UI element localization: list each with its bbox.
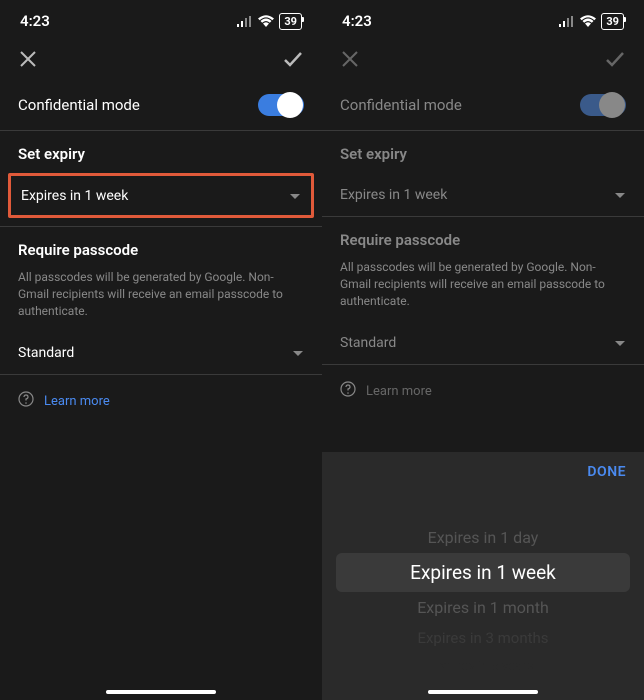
expiry-highlight: Expires in 1 week (8, 173, 314, 218)
status-time: 4:23 (342, 12, 372, 30)
status-bar: 4:23 39 (322, 0, 644, 38)
help-icon (340, 381, 356, 401)
signal-icon (237, 16, 253, 27)
expiry-dropdown[interactable]: Expires in 1 week (11, 176, 311, 215)
status-indicators: 39 (237, 13, 302, 30)
wifi-icon (580, 15, 596, 27)
close-icon[interactable] (340, 49, 360, 69)
learn-more-label: Learn more (366, 384, 432, 399)
passcode-title: Require passcode (322, 217, 644, 259)
signal-icon (559, 16, 575, 27)
caret-down-icon (292, 343, 304, 362)
passcode-value: Standard (340, 335, 396, 351)
expiry-value: Expires in 1 week (21, 188, 128, 204)
picker-overlay: DONE Expires in 1 day Expires in 1 week … (322, 452, 644, 700)
help-icon (18, 391, 34, 411)
status-time: 4:23 (20, 12, 50, 30)
caret-down-icon (289, 186, 301, 205)
home-indicator[interactable] (106, 690, 216, 694)
confidential-label: Confidential mode (18, 96, 140, 114)
learn-more-link[interactable]: Learn more (0, 375, 322, 427)
close-icon[interactable] (18, 49, 38, 69)
battery-icon: 39 (601, 13, 624, 30)
done-button[interactable]: DONE (587, 464, 626, 480)
confidential-toggle[interactable] (258, 94, 304, 116)
confidential-mode-row: Confidential mode (0, 84, 322, 130)
expiry-dropdown[interactable]: Expires in 1 week (322, 173, 644, 216)
header (0, 38, 322, 84)
picker-option[interactable]: Expires in 1 month (322, 592, 644, 623)
check-icon[interactable] (604, 48, 626, 70)
screen-left: 4:23 39 Confidential mode Set expiry Exp… (0, 0, 322, 700)
caret-down-icon (614, 185, 626, 204)
screen-right: 4:23 39 Confidential mode Set expiry Exp… (322, 0, 644, 700)
picker-option[interactable]: Expires in 3 months (322, 623, 644, 653)
expiry-title: Set expiry (0, 131, 322, 173)
status-bar: 4:23 39 (0, 0, 322, 38)
passcode-dropdown[interactable]: Standard (322, 321, 644, 364)
learn-more-link[interactable]: Learn more (322, 365, 644, 417)
header (322, 38, 644, 84)
passcode-title: Require passcode (0, 227, 322, 269)
passcode-value: Standard (18, 345, 74, 361)
check-icon[interactable] (282, 48, 304, 70)
expiry-value: Expires in 1 week (340, 187, 447, 203)
status-indicators: 39 (559, 13, 624, 30)
expiry-title: Set expiry (322, 131, 644, 173)
wifi-icon (258, 15, 274, 27)
picker-header: DONE (322, 452, 644, 492)
passcode-desc: All passcodes will be generated by Googl… (0, 269, 322, 331)
confidential-label: Confidential mode (340, 96, 462, 114)
picker-wheel[interactable]: Expires in 1 day Expires in 1 week Expir… (322, 492, 644, 700)
confidential-mode-row: Confidential mode (322, 84, 644, 130)
battery-icon: 39 (279, 13, 302, 30)
passcode-desc: All passcodes will be generated by Googl… (322, 259, 644, 321)
confidential-toggle[interactable] (580, 94, 626, 116)
picker-option[interactable]: Expires in 1 day (322, 522, 644, 553)
caret-down-icon (614, 333, 626, 352)
passcode-dropdown[interactable]: Standard (0, 331, 322, 374)
picker-option-selected[interactable]: Expires in 1 week (336, 553, 630, 592)
picker-option[interactable]: Expires in 5 years (322, 653, 644, 680)
home-indicator[interactable] (428, 690, 538, 694)
learn-more-label: Learn more (44, 394, 110, 409)
